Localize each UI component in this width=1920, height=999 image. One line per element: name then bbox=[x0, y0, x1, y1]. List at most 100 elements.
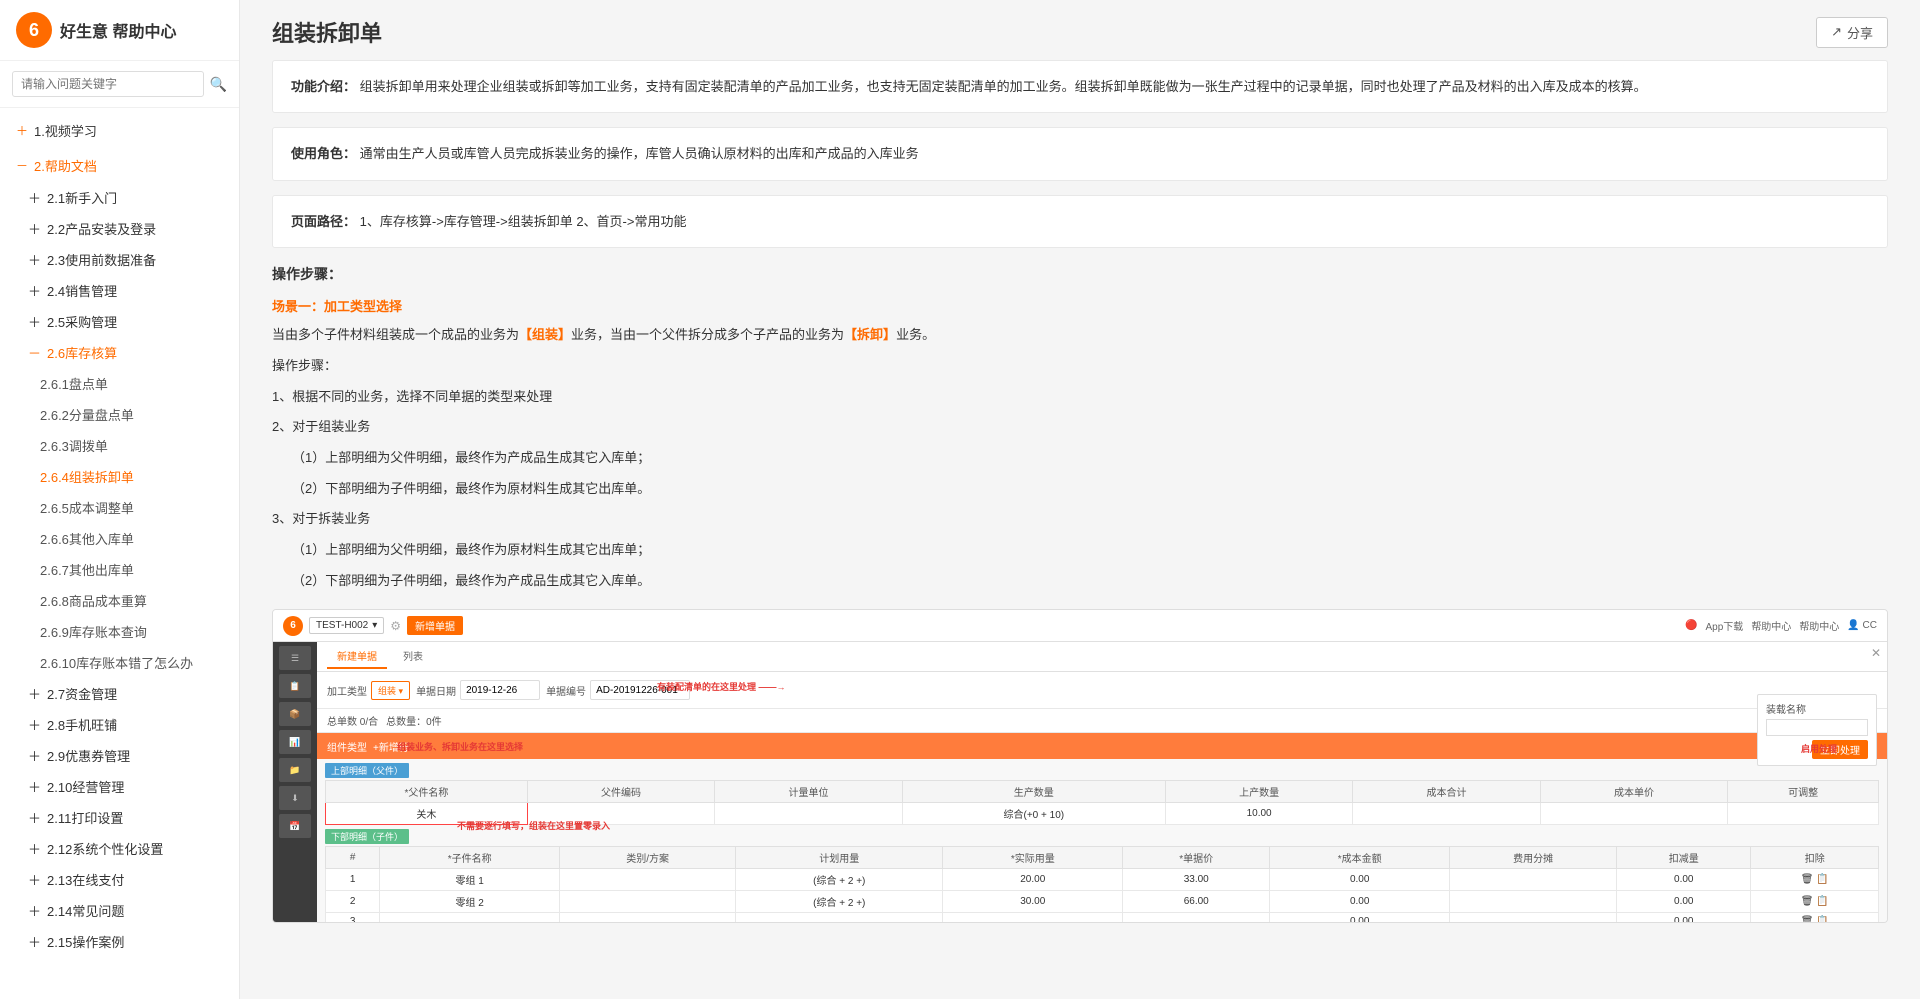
sidebar-leaf-2-6-9[interactable]: 2.6.9库存账本查询 bbox=[0, 616, 239, 647]
search-input[interactable] bbox=[12, 71, 204, 97]
mock-form-date: 单据日期 bbox=[416, 680, 540, 700]
mock-nav-icon-1: ☰ bbox=[279, 646, 311, 670]
mock-app-logo: 6 bbox=[283, 616, 303, 636]
sidebar-item-2-12[interactable]: ＋ 2.12系统个性化设置 bbox=[0, 833, 239, 864]
docs-sub-items: ＋ 2.1新手入门 ＋ 2.2产品安装及登录 ＋ 2.3使用前数据准备 ＋ 2.… bbox=[0, 182, 239, 957]
sidebar-item-2-7[interactable]: ＋ 2.7资金管理 bbox=[0, 678, 239, 709]
mock-num-label: 单据编号 bbox=[546, 683, 586, 698]
label-2-2: 2.2产品安装及登录 bbox=[47, 219, 156, 238]
plus-icon-2-5: ＋ bbox=[28, 312, 41, 331]
sidebar-item-2-4[interactable]: ＋ 2.4销售管理 bbox=[0, 275, 239, 306]
lower-th-8: 扣减量 bbox=[1617, 847, 1751, 869]
sidebar-leaf-2-6-4[interactable]: 2.6.4组装拆卸单 bbox=[0, 461, 239, 492]
sidebar-item-2-13[interactable]: ＋ 2.13在线支付 bbox=[0, 864, 239, 895]
label-2-13: 2.13在线支付 bbox=[47, 870, 124, 889]
mock-tabs: 新建单据 列表 ✕ bbox=[317, 642, 1887, 672]
step-2-1: （1）上部明细为父件明细，最终作为产成品生成其它入库单； bbox=[272, 446, 1888, 471]
mock-date-input[interactable] bbox=[460, 680, 540, 700]
screenshot-container: 6 TEST-H002 ▾ ⚙ 新增单据 🔴 App下载 帮助中心 bbox=[272, 609, 1888, 923]
mock-type-selector[interactable]: 组装 ▾ bbox=[371, 681, 410, 700]
apply-panel-label: 装载名称 bbox=[1766, 701, 1868, 716]
nav-section-2: － 2.帮助文档 ＋ 2.1新手入门 ＋ 2.2产品安装及登录 ＋ 2.3使用前… bbox=[0, 149, 239, 957]
sidebar-item-2-5[interactable]: ＋ 2.5采购管理 bbox=[0, 306, 239, 337]
minus-icon-2-6: － bbox=[28, 343, 41, 362]
label-2-6: 2.6库存核算 bbox=[47, 343, 117, 362]
sidebar-item-label-2: 2.帮助文档 bbox=[34, 156, 97, 175]
sidebar-item-2-11[interactable]: ＋ 2.11打印设置 bbox=[0, 802, 239, 833]
leaf-label-2-6-2: 2.6.2分量盘点单 bbox=[40, 408, 134, 423]
sidebar-item-2-3[interactable]: ＋ 2.3使用前数据准备 bbox=[0, 244, 239, 275]
mock-topbar-right: 🔴 App下载 帮助中心 帮助中心 👤 CC bbox=[1685, 618, 1877, 633]
mock-upper-table: *父件名称 父件编码 计量单位 生产数量 上产数量 成本合计 成本单价 可调整 bbox=[325, 780, 1879, 825]
mock-new-btn[interactable]: 新增单据 bbox=[407, 616, 463, 635]
mock-form-area: 加工类型 组装 ▾ 单据日期 单据编号 bbox=[317, 672, 1887, 709]
mock-section-add[interactable]: +新增行 bbox=[373, 739, 409, 754]
mock-new-label: 新增单据 bbox=[415, 622, 455, 633]
sidebar-item-2-6[interactable]: － 2.6库存核算 bbox=[0, 337, 239, 368]
mock-section-label-text: 组件类型 bbox=[327, 739, 367, 754]
sidebar-item-2-1[interactable]: ＋ 2.1新手入门 bbox=[0, 182, 239, 213]
share-label: 分享 bbox=[1847, 23, 1873, 42]
lower-th-7: 费用分摊 bbox=[1450, 847, 1617, 869]
mock-tab-list[interactable]: 列表 bbox=[393, 644, 433, 669]
sidebar-item-video[interactable]: ＋ 1.视频学习 bbox=[0, 114, 239, 147]
mock-upper-td-unit bbox=[715, 803, 902, 825]
sidebar-leaf-2-6-5[interactable]: 2.6.5成本调整单 bbox=[0, 492, 239, 523]
sidebar-logo: 6 好生意 帮助中心 bbox=[0, 0, 239, 61]
sidebar-item-2-15[interactable]: ＋ 2.15操作案例 bbox=[0, 926, 239, 957]
label-2-5: 2.5采购管理 bbox=[47, 312, 117, 331]
upper-section-badge: 上部明细（父件） bbox=[325, 763, 409, 778]
leaf-label-2-6-10: 2.6.10库存账本错了怎么办 bbox=[40, 656, 193, 671]
sidebar-item-2-2[interactable]: ＋ 2.2产品安装及登录 bbox=[0, 213, 239, 244]
step-1: 1、根据不同的业务，选择不同单据的类型来处理 bbox=[272, 385, 1888, 410]
role-label: 使用角色： bbox=[291, 146, 356, 161]
step-2: 2、对于组装业务 bbox=[272, 415, 1888, 440]
plus-icon-2-4: ＋ bbox=[28, 281, 41, 300]
sidebar-leaf-2-6-7[interactable]: 2.6.7其他出库单 bbox=[0, 554, 239, 585]
mock-tab-new[interactable]: 新建单据 bbox=[327, 644, 387, 669]
description-box: 功能介绍： 组装拆卸单用来处理企业组装或拆卸等加工业务，支持有固定装配清单的产品… bbox=[272, 60, 1888, 113]
mock-close-icon[interactable]: ✕ bbox=[1871, 646, 1881, 660]
lower-row-3: 30.000.00🗑 📋 bbox=[326, 913, 1879, 923]
page-title: 组装拆卸单 bbox=[272, 16, 382, 48]
mock-company-select: TEST-H002 ▾ bbox=[309, 617, 384, 634]
apply-panel-input[interactable] bbox=[1766, 719, 1868, 736]
path-label: 页面路径： bbox=[291, 214, 356, 229]
mock-upper-row-1: 关木 综合(+0 + 10) 10.00 bbox=[326, 803, 1879, 825]
path-box: 页面路径： 1、库存核算->库存管理->组装拆卸单 2、首页->常用功能 bbox=[272, 195, 1888, 248]
sidebar-leaf-2-6-10[interactable]: 2.6.10库存账本错了怎么办 bbox=[0, 647, 239, 678]
sidebar-item-2-9[interactable]: ＋ 2.9优惠券管理 bbox=[0, 740, 239, 771]
leaf-label-2-6-1: 2.6.1盘点单 bbox=[40, 377, 108, 392]
sidebar-leaf-2-6-2[interactable]: 2.6.2分量盘点单 bbox=[0, 399, 239, 430]
step-3-2: （2）下部明细为子件明细，最终作为产成品生成其它入库单。 bbox=[272, 569, 1888, 594]
mock-form-row-2: 总单数 0/合 总数量：0件 bbox=[317, 709, 1887, 733]
sidebar-item-docs[interactable]: － 2.帮助文档 bbox=[0, 149, 239, 182]
mock-num-input[interactable] bbox=[590, 680, 690, 700]
apply-panel-btn[interactable]: 立即处理 bbox=[1812, 740, 1868, 759]
mock-upper-th-6: 成本单价 bbox=[1540, 781, 1727, 803]
sidebar-item-label-1: 1.视频学习 bbox=[34, 121, 97, 140]
mock-nav-icon-7: 📅 bbox=[279, 814, 311, 838]
leaf-label-2-6-7: 2.6.7其他出库单 bbox=[40, 563, 134, 578]
mock-orange-section: 组件类型 +新增行 bbox=[317, 733, 1887, 759]
lower-th-2: 类别/方案 bbox=[560, 847, 736, 869]
sidebar-item-2-10[interactable]: ＋ 2.10经营管理 bbox=[0, 771, 239, 802]
mock-lower-table-label-row: 下部明细（子件） bbox=[325, 829, 1879, 844]
sidebar-leaf-2-6-1[interactable]: 2.6.1盘点单 bbox=[0, 368, 239, 399]
label-2-15: 2.15操作案例 bbox=[47, 932, 124, 951]
mock-upper-td-cost2 bbox=[1540, 803, 1727, 825]
sidebar-leaf-2-6-3[interactable]: 2.6.3调拨单 bbox=[0, 430, 239, 461]
sidebar-leaf-2-6-8[interactable]: 2.6.8商品成本重算 bbox=[0, 585, 239, 616]
search-button[interactable]: 🔍 bbox=[210, 76, 227, 93]
sidebar-item-2-8[interactable]: ＋ 2.8手机旺铺 bbox=[0, 709, 239, 740]
settings-icon-mock: ⚙ bbox=[390, 619, 401, 633]
lower-row-2: 2 零组 2 (综合 + 2 +) 30.00 66.00 0.00 0.0 bbox=[326, 891, 1879, 913]
mock-top-icon1: 🔴 bbox=[1685, 620, 1697, 631]
sidebar-item-2-14[interactable]: ＋ 2.14常见问题 bbox=[0, 895, 239, 926]
sidebar-leaf-2-6-6[interactable]: 2.6.6其他入库单 bbox=[0, 523, 239, 554]
mock-topbar-left: 6 TEST-H002 ▾ ⚙ 新增单据 bbox=[283, 616, 1677, 636]
share-button[interactable]: ↗ 分享 bbox=[1816, 17, 1888, 48]
lower-th-4: *实际用量 bbox=[943, 847, 1123, 869]
mock-count-label: 总单数 0/合 bbox=[327, 713, 378, 728]
sidebar-search-area: 🔍 bbox=[0, 61, 239, 108]
